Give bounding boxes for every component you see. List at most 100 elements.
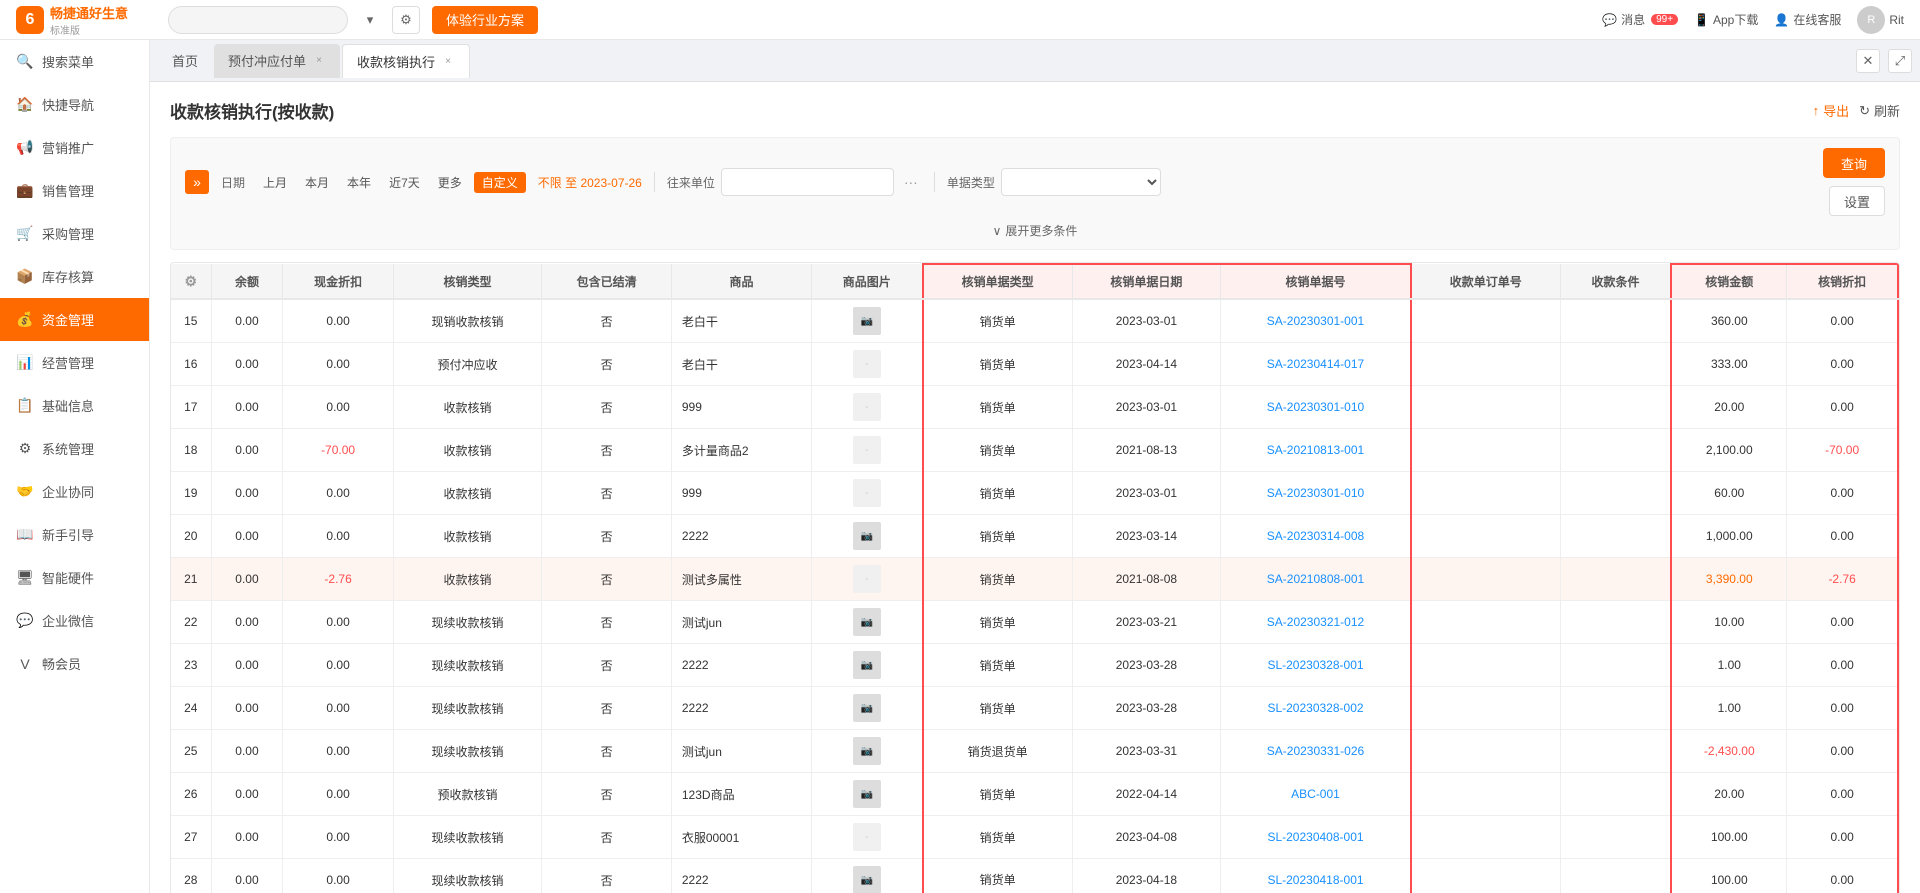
page-content: 收款核销执行(按收款) ↑ 导出 ↻ 刷新 » 日期 — [150, 82, 1920, 893]
tab-home[interactable]: 首页 — [158, 44, 212, 78]
td-cash-discount: 0.00 — [283, 386, 393, 429]
td-writeoff-bill-type: 销货单 — [923, 644, 1072, 687]
tab-prepay-close-icon[interactable]: × — [312, 54, 326, 68]
td-goods: 2222 — [671, 644, 811, 687]
td-receipt-order-no — [1411, 859, 1560, 893]
td-writeoff-bill-date: 2021-08-13 — [1072, 429, 1221, 472]
td-cash-discount: 0.00 — [283, 299, 393, 343]
td-cash-discount: 0.00 — [283, 730, 393, 773]
user-item[interactable]: R Rit — [1857, 6, 1904, 34]
td-no: 15 — [171, 299, 211, 343]
tab-prepay[interactable]: 预付冲应付单 × — [214, 44, 340, 78]
td-no: 21 — [171, 558, 211, 601]
sidebar-item-operation[interactable]: 📊 经营管理 — [0, 341, 149, 384]
td-goods-image: 📷 — [812, 644, 923, 687]
sidebar-item-hardware[interactable]: 🖥 智能硬件 — [0, 556, 149, 599]
sidebar-item-collab[interactable]: 🤝 企业协同 — [0, 470, 149, 513]
bill-type-select[interactable] — [1001, 168, 1161, 196]
search-dropdown-icon[interactable]: ▾ — [360, 10, 380, 30]
date-last-month-btn[interactable]: 上月 — [257, 172, 293, 193]
bill-no-link[interactable]: SA-20210813-001 — [1267, 443, 1364, 457]
company-more-icon[interactable]: ··· — [900, 174, 922, 190]
td-writeoff-discount: -70.00 — [1787, 429, 1898, 472]
main-layout: 🔍 搜索菜单 🏠 快捷导航 📢 营销推广 💼 销售管理 🛒 采购管理 📦 库存核… — [0, 40, 1920, 893]
th-writeoff-bill-type: 核销单据类型 — [923, 264, 1072, 299]
td-cash-discount: 0.00 — [283, 343, 393, 386]
td-cash-discount: -70.00 — [283, 429, 393, 472]
td-balance: 0.00 — [211, 515, 283, 558]
date-this-month-btn[interactable]: 本月 — [299, 172, 335, 193]
date-custom-btn[interactable]: 自定义 — [474, 172, 526, 193]
td-goods: 2222 — [671, 687, 811, 730]
sidebar-item-basic[interactable]: 📋 基础信息 — [0, 384, 149, 427]
sidebar-item-guide[interactable]: 📖 新手引导 — [0, 513, 149, 556]
bill-no-link[interactable]: SA-20230314-008 — [1267, 529, 1364, 543]
td-receipt-condition — [1560, 601, 1671, 644]
tab-maximize-icon[interactable]: ⤢ — [1888, 49, 1912, 73]
td-writeoff-bill-no: SL-20230328-002 — [1221, 687, 1411, 730]
sidebar-item-inventory[interactable]: 📦 库存核算 — [0, 255, 149, 298]
export-button[interactable]: ↑ 导出 — [1813, 101, 1850, 120]
bill-no-link[interactable]: SL-20230328-001 — [1267, 658, 1363, 672]
bill-no-link[interactable]: SA-20230331-026 — [1267, 744, 1364, 758]
refresh-label: 刷新 — [1874, 101, 1900, 120]
sidebar-item-wechat[interactable]: 💬 企业微信 — [0, 599, 149, 642]
sidebar-item-system[interactable]: ⚙ 系统管理 — [0, 427, 149, 470]
settings-button[interactable]: 设置 — [1829, 186, 1885, 216]
bill-no-link[interactable]: ABC-001 — [1291, 787, 1340, 801]
operation-icon: 📊 — [16, 354, 34, 372]
bill-no-link[interactable]: SL-20230328-002 — [1267, 701, 1363, 715]
td-writeoff-discount: 0.00 — [1787, 299, 1898, 343]
column-settings-icon[interactable]: ⚙ — [184, 273, 197, 289]
bill-no-link[interactable]: SA-20230301-010 — [1267, 486, 1364, 500]
query-button[interactable]: 查询 — [1823, 148, 1885, 178]
sidebar-label-quick: 快捷导航 — [42, 95, 94, 114]
top-search-input[interactable] — [168, 6, 348, 34]
sidebar-label-member: 畅会员 — [42, 654, 81, 673]
sidebar-item-finance[interactable]: 💰 资金管理 — [0, 298, 149, 341]
message-item[interactable]: 💬 消息 99+ — [1602, 11, 1678, 28]
td-writeoff-type: 预收款核销 — [393, 773, 542, 816]
page-header: 收款核销执行(按收款) ↑ 导出 ↻ 刷新 — [170, 98, 1900, 123]
sidebar-item-sales[interactable]: 💼 销售管理 — [0, 169, 149, 212]
date-more-btn[interactable]: 更多 — [432, 172, 468, 193]
td-writeoff-type: 现续收款核销 — [393, 644, 542, 687]
online-service-item[interactable]: 👤 在线客服 — [1774, 11, 1841, 28]
sidebar-item-purchase[interactable]: 🛒 采购管理 — [0, 212, 149, 255]
td-include-settled: 否 — [542, 386, 671, 429]
td-include-settled: 否 — [542, 644, 671, 687]
filter-toggle-button[interactable]: » — [185, 170, 209, 194]
bill-no-link[interactable]: SA-20230321-012 — [1267, 615, 1364, 629]
bill-no-link[interactable]: SA-20210808-001 — [1267, 572, 1364, 586]
sidebar-item-quick[interactable]: 🏠 快捷导航 — [0, 83, 149, 126]
tab-collect[interactable]: 收款核销执行 × — [342, 44, 470, 78]
bill-no-link[interactable]: SA-20230301-010 — [1267, 400, 1364, 414]
industry-solution-button[interactable]: 体验行业方案 — [432, 6, 538, 34]
tab-close-window-icon[interactable]: ✕ — [1856, 49, 1880, 73]
page-title: 收款核销执行(按收款) — [170, 98, 334, 123]
bill-no-link[interactable]: SL-20230418-001 — [1267, 873, 1363, 887]
settings-gear-icon[interactable]: ⚙ — [392, 6, 420, 34]
sidebar-item-member[interactable]: V 畅会员 — [0, 642, 149, 685]
td-writeoff-bill-type: 销货单 — [923, 343, 1072, 386]
date-this-year-btn[interactable]: 本年 — [341, 172, 377, 193]
bill-no-link[interactable]: SA-20230301-001 — [1267, 314, 1364, 328]
date-7days-btn[interactable]: 近7天 — [383, 172, 426, 193]
tab-collect-close-icon[interactable]: × — [441, 54, 455, 68]
sidebar-item-marketing[interactable]: 📢 营销推广 — [0, 126, 149, 169]
th-balance: 余额 — [211, 264, 283, 299]
sidebar-label-system: 系统管理 — [42, 439, 94, 458]
th-settings[interactable]: ⚙ — [171, 264, 211, 299]
sidebar-item-search[interactable]: 🔍 搜索菜单 — [0, 40, 149, 83]
company-input[interactable] — [721, 168, 894, 196]
bill-no-link[interactable]: SL-20230408-001 — [1267, 830, 1363, 844]
expand-more-btn[interactable]: ∨ 展开更多条件 — [185, 222, 1885, 239]
company-label: 往来单位 — [667, 174, 715, 191]
app-download-item[interactable]: 📱 App下载 — [1694, 11, 1758, 28]
td-writeoff-bill-no: SA-20230321-012 — [1221, 601, 1411, 644]
td-writeoff-bill-type: 销货单 — [923, 429, 1072, 472]
refresh-button[interactable]: ↻ 刷新 — [1859, 101, 1900, 120]
table-row: 18 0.00 -70.00 收款核销 否 多计量商品2 - 销货单 2021-… — [171, 429, 1898, 472]
td-include-settled: 否 — [542, 472, 671, 515]
bill-no-link[interactable]: SA-20230414-017 — [1267, 357, 1364, 371]
